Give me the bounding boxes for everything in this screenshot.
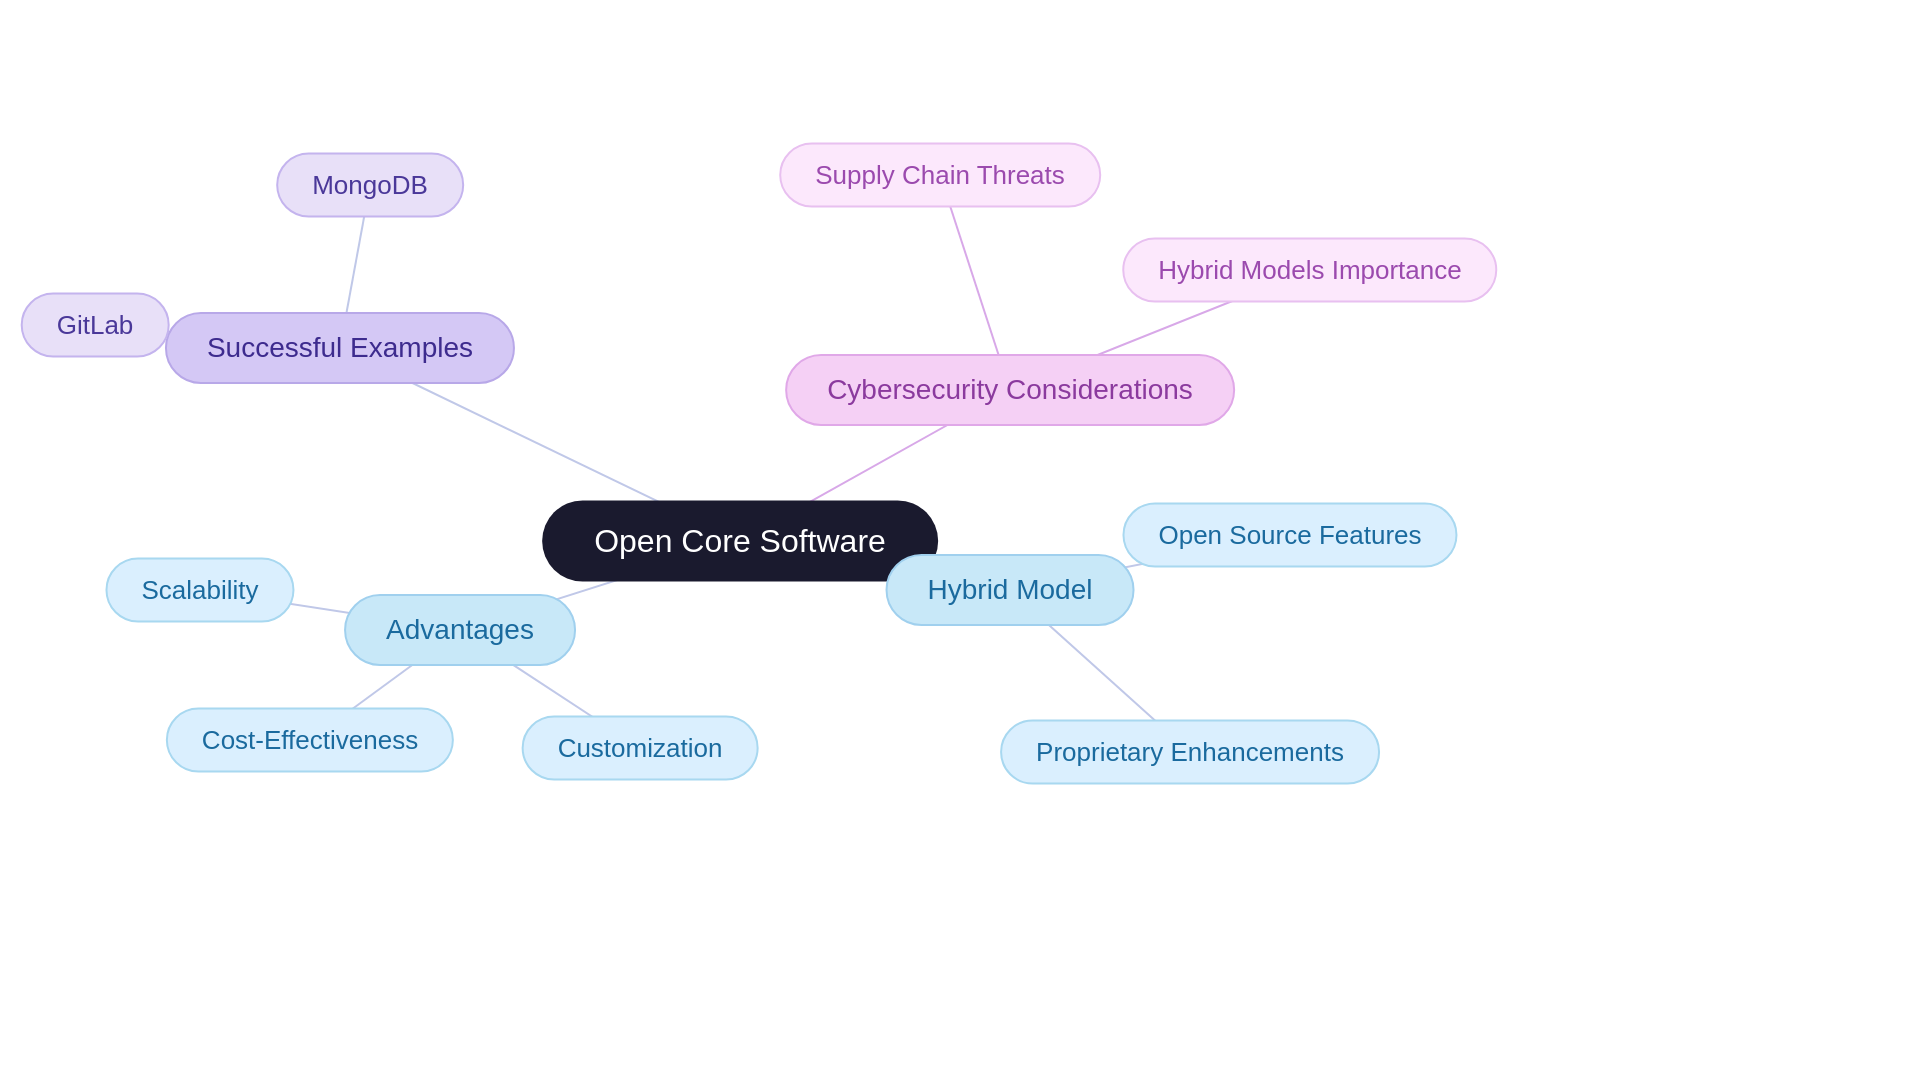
hybrid-models-importance-node: Hybrid Models Importance <box>1122 238 1497 303</box>
mind-map: Open Core Software Successful Examples M… <box>0 0 1920 1083</box>
scalability-node: Scalability <box>105 558 294 623</box>
gitlab-node: GitLab <box>21 293 170 358</box>
customization-node: Customization <box>522 716 759 781</box>
supply-chain-node: Supply Chain Threats <box>779 143 1101 208</box>
cost-effectiveness-node: Cost-Effectiveness <box>166 708 454 773</box>
hybrid-model-node: Hybrid Model <box>886 554 1135 626</box>
mongodb-node: MongoDB <box>276 153 464 218</box>
open-source-features-node: Open Source Features <box>1122 503 1457 568</box>
successful-examples-node: Successful Examples <box>165 312 515 384</box>
advantages-node: Advantages <box>344 594 576 666</box>
cybersecurity-node: Cybersecurity Considerations <box>785 354 1235 426</box>
center-node: Open Core Software <box>542 501 938 582</box>
proprietary-enhancements-node: Proprietary Enhancements <box>1000 720 1380 785</box>
